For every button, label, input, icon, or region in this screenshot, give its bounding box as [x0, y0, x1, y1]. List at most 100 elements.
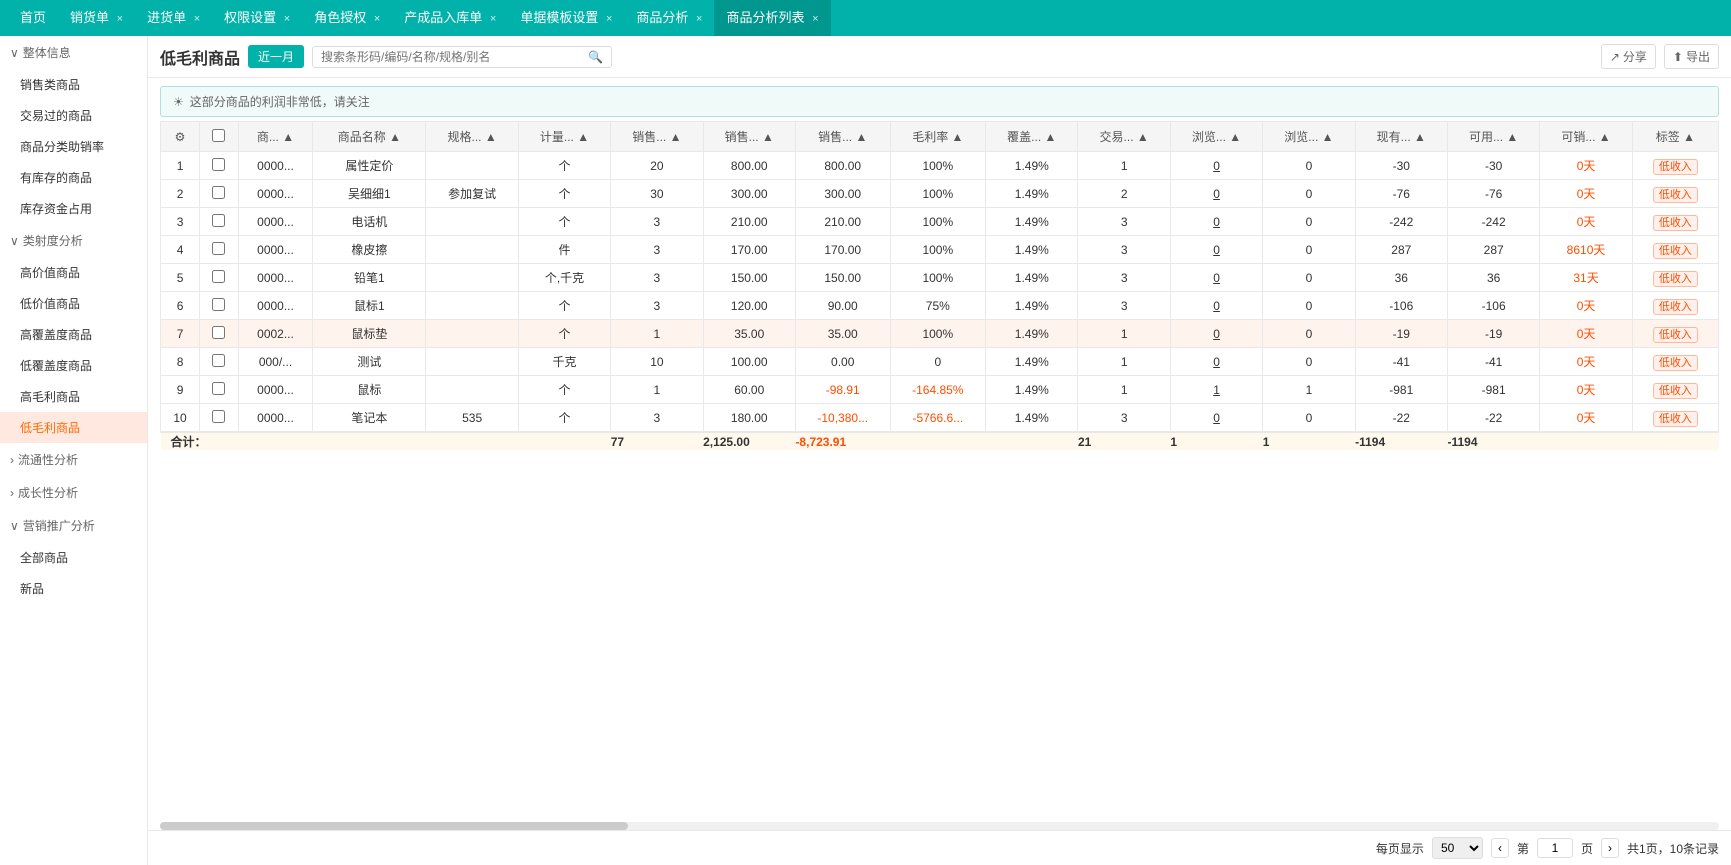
row-no: 9: [161, 376, 200, 404]
row-browse1[interactable]: 0: [1170, 292, 1262, 320]
col-sale-profit[interactable]: 销售... ▲: [795, 122, 890, 152]
row-checkbox[interactable]: [200, 376, 239, 404]
row-checkbox[interactable]: [200, 320, 239, 348]
row-select-checkbox[interactable]: [212, 382, 225, 395]
row-browse1[interactable]: 0: [1170, 264, 1262, 292]
nav-item-home[interactable]: 首页: [8, 0, 58, 36]
sidebar-item-low-value[interactable]: 低价值商品: [0, 288, 147, 319]
row-checkbox[interactable]: [200, 208, 239, 236]
horizontal-scrollbar[interactable]: [160, 822, 1719, 830]
close-permissions-icon[interactable]: ×: [284, 13, 290, 25]
search-icon[interactable]: 🔍: [588, 50, 603, 64]
col-name[interactable]: 商品名称 ▲: [313, 122, 426, 152]
sidebar-item-high-value[interactable]: 高价值商品: [0, 257, 147, 288]
col-tag[interactable]: 标签 ▲: [1632, 122, 1718, 152]
close-products-icon[interactable]: ×: [490, 13, 496, 25]
nav-item-analysis[interactable]: 商品分析 ×: [624, 0, 714, 36]
row-browse1[interactable]: 0: [1170, 236, 1262, 264]
col-sale-count[interactable]: 销售... ▲: [611, 122, 703, 152]
sidebar-item-all-goods[interactable]: 全部商品: [0, 542, 147, 573]
row-browse1[interactable]: 0: [1170, 152, 1262, 180]
sidebar-group-marketing[interactable]: ∨ 营销推广分析: [0, 509, 147, 542]
col-transaction[interactable]: 交易... ▲: [1078, 122, 1170, 152]
nav-item-roles[interactable]: 角色授权 ×: [302, 0, 392, 36]
col-browse1[interactable]: 浏览... ▲: [1170, 122, 1262, 152]
col-unit[interactable]: 计量... ▲: [518, 122, 610, 152]
col-gross-rate[interactable]: 毛利率 ▲: [890, 122, 986, 152]
sidebar-group-value[interactable]: ∨ 类射度分析: [0, 224, 147, 257]
row-checkbox[interactable]: [200, 404, 239, 433]
sidebar-item-traded-goods[interactable]: 交易过的商品: [0, 100, 147, 131]
sidebar-item-high-margin[interactable]: 高毛利商品: [0, 381, 147, 412]
row-no: 10: [161, 404, 200, 433]
nav-item-purchase[interactable]: 进货单 ×: [135, 0, 212, 36]
col-browse2[interactable]: 浏览... ▲: [1263, 122, 1355, 152]
row-checkbox[interactable]: [200, 236, 239, 264]
close-analysis-list-icon[interactable]: ×: [812, 13, 818, 25]
nav-item-templates[interactable]: 单据模板设置 ×: [508, 0, 624, 36]
row-checkbox[interactable]: [200, 264, 239, 292]
col-coverage[interactable]: 覆盖... ▲: [986, 122, 1078, 152]
row-select-checkbox[interactable]: [212, 410, 225, 423]
table-container[interactable]: ⚙ 商... ▲ 商品名称 ▲ 规格... ▲ 计量... ▲ 销售... ▲ …: [148, 121, 1731, 822]
close-sales-icon[interactable]: ×: [117, 13, 123, 25]
close-analysis-icon[interactable]: ×: [696, 13, 702, 25]
close-templates-icon[interactable]: ×: [606, 13, 612, 25]
sidebar-item-category-rate[interactable]: 商品分类助销率: [0, 131, 147, 162]
row-gross-rate: 100%: [890, 264, 986, 292]
col-saleable[interactable]: 可销... ▲: [1540, 122, 1632, 152]
col-available[interactable]: 可用... ▲: [1447, 122, 1539, 152]
col-spec[interactable]: 规格... ▲: [426, 122, 518, 152]
close-purchase-icon[interactable]: ×: [194, 13, 200, 25]
sidebar-item-low-margin[interactable]: 低毛利商品: [0, 412, 147, 443]
sidebar-item-new-goods[interactable]: 新品: [0, 573, 147, 604]
row-checkbox[interactable]: [200, 152, 239, 180]
export-button[interactable]: ⬆ 导出: [1664, 44, 1719, 69]
sidebar-item-inventory-capital[interactable]: 库存资金占用: [0, 193, 147, 224]
row-select-checkbox[interactable]: [212, 242, 225, 255]
sidebar-group-overall[interactable]: ∨ 整体信息: [0, 36, 147, 69]
per-page-select[interactable]: 50 100 200: [1432, 837, 1483, 859]
row-select-checkbox[interactable]: [212, 270, 225, 283]
row-checkbox[interactable]: [200, 348, 239, 376]
scrollbar-thumb[interactable]: [160, 822, 628, 830]
row-browse1[interactable]: 0: [1170, 180, 1262, 208]
sidebar-item-stock-goods[interactable]: 有库存的商品: [0, 162, 147, 193]
row-browse1[interactable]: 1: [1170, 376, 1262, 404]
col-sale-amount[interactable]: 销售... ▲: [703, 122, 795, 152]
sidebar-item-sales-goods[interactable]: 销售类商品: [0, 69, 147, 100]
row-checkbox[interactable]: [200, 180, 239, 208]
sidebar-group-circulation[interactable]: › 流通性分析: [0, 443, 147, 476]
nav-item-sales[interactable]: 销货单 ×: [58, 0, 135, 36]
select-all-checkbox[interactable]: [212, 129, 225, 142]
col-code[interactable]: 商... ▲: [238, 122, 313, 152]
row-browse1[interactable]: 0: [1170, 320, 1262, 348]
next-page-button[interactable]: ›: [1601, 838, 1619, 858]
row-select-checkbox[interactable]: [212, 354, 225, 367]
row-browse1[interactable]: 0: [1170, 208, 1262, 236]
page-input[interactable]: [1537, 838, 1573, 858]
sidebar-item-high-coverage[interactable]: 高覆盖度商品: [0, 319, 147, 350]
col-current-stock[interactable]: 现有... ▲: [1355, 122, 1447, 152]
row-select-checkbox[interactable]: [212, 298, 225, 311]
row-browse1[interactable]: 0: [1170, 404, 1262, 433]
share-button[interactable]: ↗ 分享: [1601, 44, 1656, 69]
col-settings[interactable]: ⚙: [161, 122, 200, 152]
row-select-checkbox[interactable]: [212, 158, 225, 171]
search-input[interactable]: [321, 50, 588, 64]
row-select-checkbox[interactable]: [212, 214, 225, 227]
row-select-checkbox[interactable]: [212, 326, 225, 339]
close-roles-icon[interactable]: ×: [374, 13, 380, 25]
nav-item-analysis-list[interactable]: 商品分析列表 ×: [714, 0, 830, 36]
row-select-checkbox[interactable]: [212, 186, 225, 199]
row-transaction: 1: [1078, 376, 1170, 404]
sidebar-group-growth[interactable]: › 成长性分析: [0, 476, 147, 509]
date-filter-button[interactable]: 近一月: [248, 45, 304, 68]
nav-item-permissions[interactable]: 权限设置 ×: [212, 0, 302, 36]
col-checkbox[interactable]: [200, 122, 239, 152]
nav-item-products[interactable]: 产成品入库单 ×: [392, 0, 508, 36]
prev-page-button[interactable]: ‹: [1491, 838, 1509, 858]
sidebar-item-low-coverage[interactable]: 低覆盖度商品: [0, 350, 147, 381]
row-browse1[interactable]: 0: [1170, 348, 1262, 376]
row-checkbox[interactable]: [200, 292, 239, 320]
